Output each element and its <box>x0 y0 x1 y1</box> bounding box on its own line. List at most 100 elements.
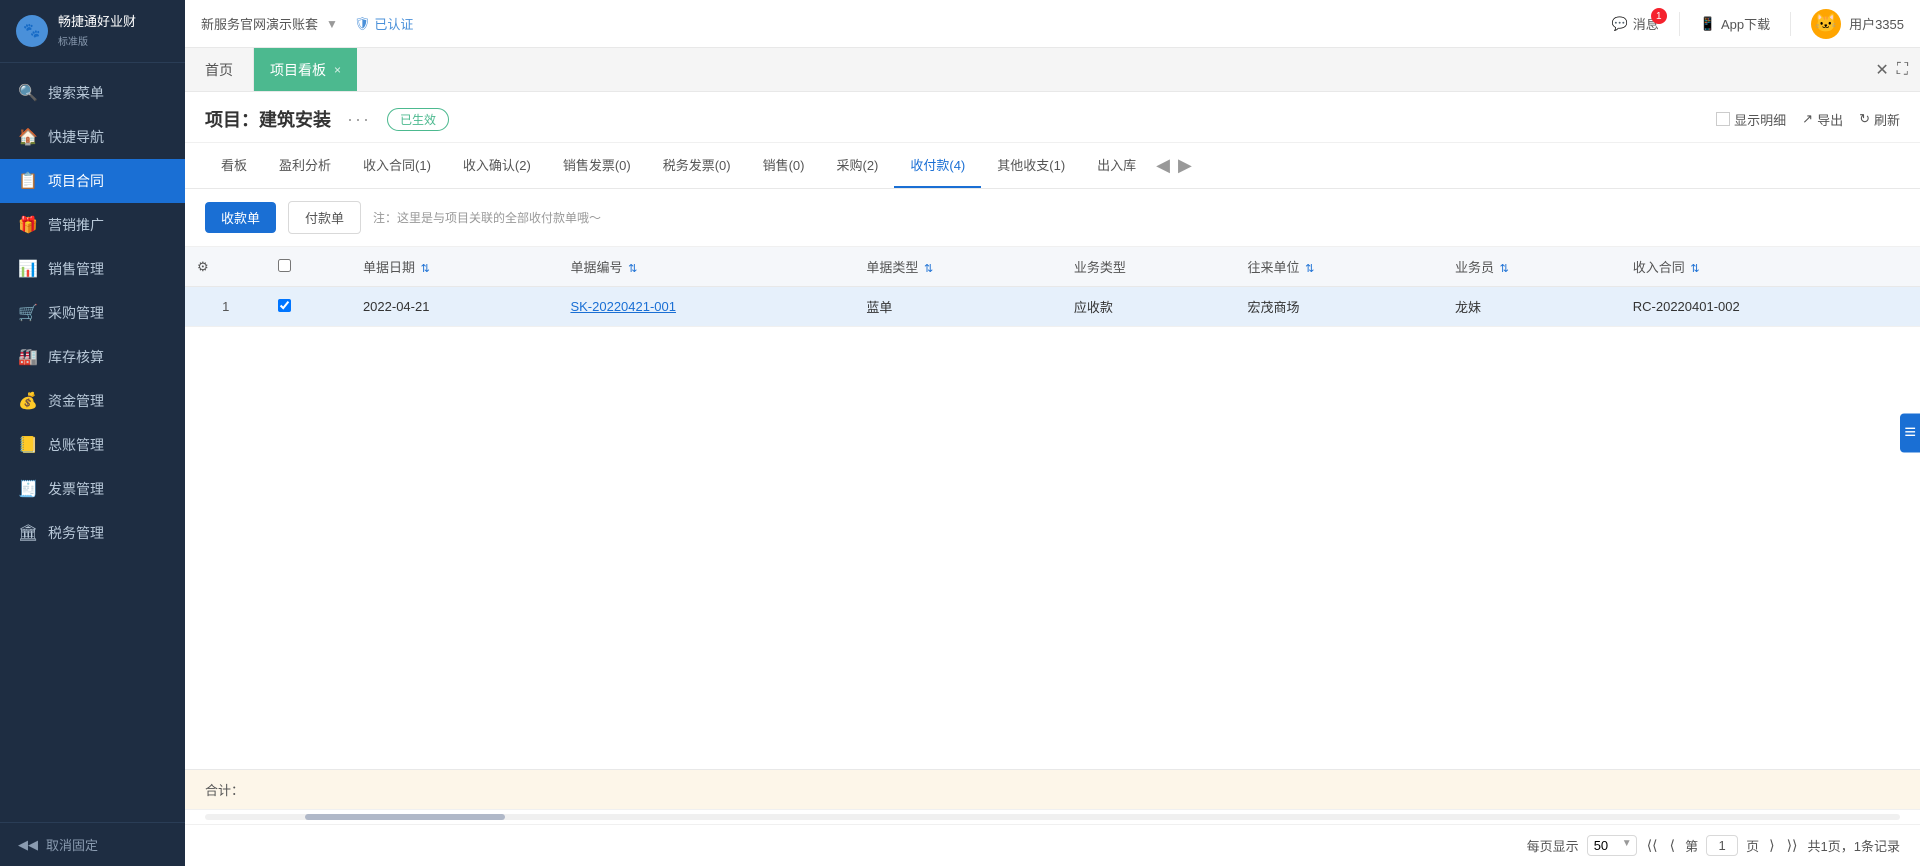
row-checkbox[interactable] <box>278 299 291 312</box>
sidebar-item-inventory[interactable]: 🏭 库存核算 <box>0 335 185 379</box>
sidebar-item-search[interactable]: 🔍 搜索菜单 <box>0 71 185 115</box>
sort-icon-date: ⇅ <box>421 263 430 275</box>
row-number: SK-20220421-001 <box>558 287 854 327</box>
sidebar-item-invoice[interactable]: 🧾 发票管理 <box>0 467 185 511</box>
subtab-purchase[interactable]: 采购(2) <box>820 143 894 188</box>
close-window-icon[interactable]: ✕ <box>1875 60 1888 80</box>
subtab-income_contract[interactable]: 收入合同(1) <box>347 143 447 188</box>
shortcut-icon: 🏠 <box>18 127 38 147</box>
message-badge: 1 <box>1651 8 1667 24</box>
show-detail-label: 显示明细 <box>1734 110 1786 129</box>
sidebar-item-sales[interactable]: 📊 销售管理 <box>0 247 185 291</box>
col-header-settings: ⚙ <box>185 247 266 287</box>
table-wrap: ⚙ 单据日期 ⇅单据编号 ⇅单据类型 ⇅业务类型往来单位 ⇅业务员 ⇅收入合同 ⇅… <box>185 247 1920 769</box>
show-detail-action[interactable]: 显示明细 <box>1716 110 1786 129</box>
col-header-date[interactable]: 单据日期 ⇅ <box>351 247 559 287</box>
subtab-inout[interactable]: 出入库 <box>1081 143 1152 188</box>
col-header-salesman[interactable]: 业务员 ⇅ <box>1443 247 1621 287</box>
col-header-type[interactable]: 单据类型 ⇅ <box>854 247 1062 287</box>
current-page-num[interactable]: 1 <box>1706 835 1738 856</box>
project-header: 项目：建筑安装 ··· 已生效 显示明细 ↗ 导出 ↻ 刷新 <box>185 92 1920 143</box>
prev-page-btn[interactable]: ⟨ <box>1668 837 1677 854</box>
col-header-contract[interactable]: 收入合同 ⇅ <box>1621 247 1920 287</box>
purchase-icon: 🛒 <box>18 303 38 323</box>
subtab-sales[interactable]: 销售(0) <box>747 143 821 188</box>
project-status-badge: 已生效 <box>387 108 449 131</box>
sidebar-logo: 🐾 <box>16 15 48 47</box>
cancel-pin-label: 取消固定 <box>46 835 98 854</box>
tab-close-icon[interactable]: × <box>334 63 341 77</box>
filter-note: 注：这里是与项目关联的全部收付款单哦～ <box>373 209 601 226</box>
last-page-btn[interactable]: ⟩⟩ <box>1785 837 1800 854</box>
subtab-tax_invoice[interactable]: 税务发票(0) <box>647 143 747 188</box>
subtab-sales_invoice[interactable]: 销售发票(0) <box>547 143 647 188</box>
row-salesman: 龙妹 <box>1443 287 1621 327</box>
subtab-prev-icon[interactable]: ◀ <box>1152 155 1174 176</box>
col-header-partner[interactable]: 往来单位 ⇅ <box>1235 247 1443 287</box>
horizontal-scrollbar[interactable] <box>185 809 1920 824</box>
first-page-btn[interactable]: ⟨⟨ <box>1645 837 1660 854</box>
refresh-button[interactable]: ↻ 刷新 <box>1859 110 1900 129</box>
table-header: ⚙ 单据日期 ⇅单据编号 ⇅单据类型 ⇅业务类型往来单位 ⇅业务员 ⇅收入合同 ⇅ <box>185 247 1920 287</box>
row-biz-type: 应收款 <box>1062 287 1236 327</box>
sidebar-label-inventory: 库存核算 <box>48 347 104 367</box>
subtab-profit[interactable]: 盈利分析 <box>263 143 347 188</box>
sidebar-item-project[interactable]: 📋 项目合同 <box>0 159 185 203</box>
next-page-btn[interactable]: ⟩ <box>1767 837 1776 854</box>
sidebar-item-purchase[interactable]: 🛒 采购管理 <box>0 291 185 335</box>
total-row: 合计： <box>185 769 1920 809</box>
message-button[interactable]: 💬 消息 1 <box>1612 14 1659 33</box>
subtab-other_receipt[interactable]: 其他收支(1) <box>981 143 1081 188</box>
sidebar-item-ledger[interactable]: 📒 总账管理 <box>0 423 185 467</box>
tax-icon: 🏛 <box>18 523 38 543</box>
user-menu[interactable]: 🐱 用户3355 <box>1811 9 1904 39</box>
sidebar-header: 🐾 畅捷通好业财 标准版 <box>0 0 185 63</box>
export-button[interactable]: ↗ 导出 <box>1802 110 1843 129</box>
sidebar-edition: 标准版 <box>58 33 136 48</box>
receipt-btn[interactable]: 收款单 <box>205 202 276 233</box>
subtab-next-icon[interactable]: ▶ <box>1174 155 1196 176</box>
sidebar-brand: 畅捷通好业财 标准版 <box>58 14 136 48</box>
per-page-label: 每页显示 <box>1527 836 1579 855</box>
sidebar-item-fund[interactable]: 💰 资金管理 <box>0 379 185 423</box>
sidebar-item-shortcut[interactable]: 🏠 快捷导航 <box>0 115 185 159</box>
project-actions: 显示明细 ↗ 导出 ↻ 刷新 <box>1716 110 1900 129</box>
settings-gear-icon[interactable]: ⚙ <box>197 259 209 274</box>
project-name-label: 新服务官网演示账套 <box>201 14 318 33</box>
subtab-income_confirm[interactable]: 收入确认(2) <box>447 143 547 188</box>
row-contract: RC-20220401-002 <box>1621 287 1920 327</box>
select-all-checkbox[interactable] <box>278 259 291 272</box>
show-detail-checkbox[interactable] <box>1716 112 1730 126</box>
cancel-pin-button[interactable]: ◀◀ 取消固定 <box>0 822 185 866</box>
payment-btn[interactable]: 付款单 <box>288 201 361 234</box>
sidebar-label-tax: 税务管理 <box>48 523 104 543</box>
per-page-select[interactable]: 50 100 200 <box>1587 835 1637 856</box>
topbar-certified: 🛡 已认证 <box>354 14 414 33</box>
filter-bar: 收款单 付款单 注：这里是与项目关联的全部收付款单哦～ <box>185 189 1920 247</box>
col-header-biz_type: 业务类型 <box>1062 247 1236 287</box>
topbar-project[interactable]: 新服务官网演示账套 ▼ <box>201 14 338 33</box>
row-number-link[interactable]: SK-20220421-001 <box>570 299 676 314</box>
inventory-icon: 🏭 <box>18 347 38 367</box>
sales-icon: 📊 <box>18 259 38 279</box>
table-row[interactable]: 1 2022-04-21 SK-20220421-001 蓝单 应收款 宏茂商场… <box>185 287 1920 327</box>
subtab-kanban[interactable]: 看板 <box>205 143 263 188</box>
invoice-icon: 🧾 <box>18 479 38 499</box>
col-header-number[interactable]: 单据编号 ⇅ <box>558 247 854 287</box>
maximize-window-icon[interactable]: ⛶ <box>1897 61 1908 79</box>
tab-project-kanban[interactable]: 项目看板 × <box>254 48 357 91</box>
sidebar-label-ledger: 总账管理 <box>48 435 104 455</box>
right-sticky-panel[interactable]: ≡ <box>1900 414 1920 453</box>
project-menu-dots[interactable]: ··· <box>347 109 371 130</box>
refresh-label: 刷新 <box>1874 110 1900 129</box>
project-title: 项目：建筑安装 <box>205 106 331 132</box>
subtab-receipt[interactable]: 收付款(4) <box>894 143 981 188</box>
ledger-icon: 📒 <box>18 435 38 455</box>
sidebar-item-marketing[interactable]: 🎁 营销推广 <box>0 203 185 247</box>
app-download-button[interactable]: 📱 App下载 <box>1700 14 1770 33</box>
sidebar-item-tax[interactable]: 🏛 税务管理 <box>0 511 185 555</box>
total-label: 合计： <box>205 780 244 799</box>
scrollbar-thumb[interactable] <box>305 814 505 820</box>
sort-icon-number: ⇅ <box>628 263 637 275</box>
tab-home[interactable]: 首页 <box>185 48 254 91</box>
